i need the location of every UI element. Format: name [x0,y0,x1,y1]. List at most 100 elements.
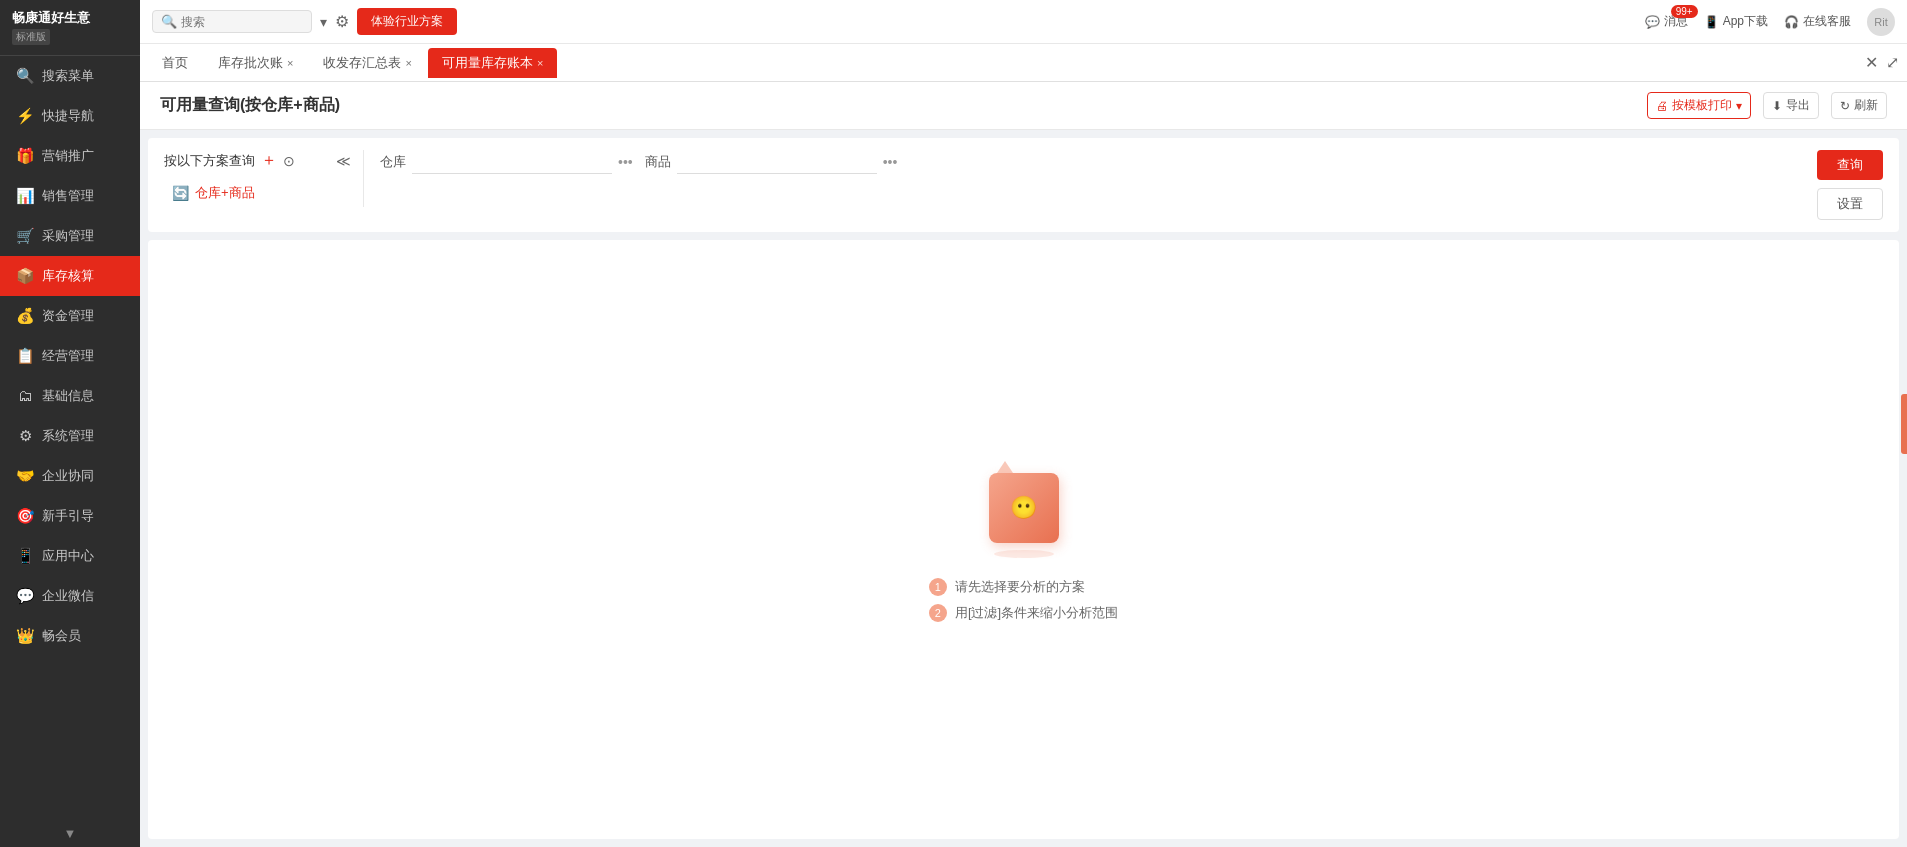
topbar-dropdown-btn[interactable]: ▾ [320,14,327,30]
empty-face-icon: 😶 [1010,495,1037,521]
topbar: 🔍 ▾ ⚙ 体验行业方案 💬 消息 99+ 📱 App下载 🎧 在线客服 Rit [140,0,1907,44]
refresh-icon: ↻ [1840,99,1850,113]
filter-schemes-label: 按以下方案查询 [164,152,255,170]
enterprise-icon: 🤝 [16,467,34,485]
inventory-icon: 📦 [16,267,34,285]
mobile-icon: 📱 [1704,15,1719,29]
filter-schemes-header: 按以下方案查询 ＋ ⊙ ≪ [164,150,351,171]
refresh-btn[interactable]: ↻ 刷新 [1831,92,1887,119]
scheme-item-warehouse-goods[interactable]: 🔄 仓库+商品 [164,179,351,207]
sidebar-logo: 畅康通好生意 [12,10,128,27]
finance-icon: 💰 [16,307,34,325]
sidebar-item-member[interactable]: 👑畅会员 [0,616,140,656]
sidebar-item-marketing[interactable]: 🎁营销推广 [0,136,140,176]
page-header: 可用量查询(按仓库+商品) 🖨 按模板打印 ▾ ⬇ 导出 ↻ 刷新 [140,82,1907,130]
filter-schemes-panel: 按以下方案查询 ＋ ⊙ ≪ 🔄 仓库+商品 [164,150,364,207]
goods-input[interactable] [677,150,877,174]
avatar: Rit [1867,8,1895,36]
filter-settings-btn[interactable]: 设置 [1817,188,1883,220]
goods-field: 商品 ••• [645,150,898,174]
scheme-sync-icon: 🔄 [172,185,189,201]
collapse-schemes-btn[interactable]: ≪ [336,153,351,169]
app-download-btn[interactable]: 📱 App下载 [1704,13,1768,30]
add-scheme-btn[interactable]: ＋ [261,150,277,171]
sidebar-item-label-inventory: 库存核算 [42,267,94,285]
sidebar-item-system[interactable]: ⚙系统管理 [0,416,140,456]
tab-batch[interactable]: 库存批次账 × [204,48,307,78]
tab-close-batch[interactable]: × [287,57,293,69]
filter-fields: 仓库 ••• 商品 ••• [364,150,1805,174]
warehouse-field: 仓库 ••• [380,150,633,174]
sidebar-item-label-wechat: 企业微信 [42,587,94,605]
message-icon: 💬 [1645,15,1660,29]
sidebar-item-label-newguide: 新手引导 [42,507,94,525]
message-btn[interactable]: 💬 消息 99+ [1645,13,1688,30]
wechat-icon: 💬 [16,587,34,605]
warehouse-label: 仓库 [380,153,406,171]
sidebar-item-label-purchase: 采购管理 [42,227,94,245]
sidebar-item-label-enterprise: 企业协同 [42,467,94,485]
filter-actions: 查询 设置 [1805,150,1883,220]
sidebar-item-inventory[interactable]: 📦 库存核算 [0,256,140,296]
tab-receipt[interactable]: 收发存汇总表× [309,48,425,78]
topbar-right: 💬 消息 99+ 📱 App下载 🎧 在线客服 Rit [1645,8,1895,36]
sidebar-item-label-operation: 经营管理 [42,347,94,365]
sidebar-scroll-down[interactable]: ▼ [0,820,140,847]
tab-label-batch: 库存批次账 [218,54,283,72]
close-window-icon[interactable]: ✕ [1865,53,1878,72]
print-btn[interactable]: 🖨 按模板打印 ▾ [1647,92,1751,119]
sidebar-item-wechat[interactable]: 💬 企业微信 [0,576,140,616]
export-icon: ⬇ [1772,99,1782,113]
appcenter-icon: 📱 [16,547,34,565]
expand-icon[interactable]: ⤢ [1886,53,1899,72]
trial-btn[interactable]: 体验行业方案 [357,8,457,35]
tab-home[interactable]: 首页 [148,48,202,78]
warehouse-more-btn[interactable]: ••• [618,154,633,170]
sidebar-item-operation[interactable]: 📋 经营管理 [0,336,140,376]
user-avatar-btn[interactable]: Rit [1867,8,1895,36]
export-btn[interactable]: ⬇ 导出 [1763,92,1819,119]
sidebar-item-label-system: 系统管理 [42,427,94,445]
operation-icon: 📋 [16,347,34,365]
search-icon: 🔍 [16,67,34,85]
topbar-gear-icon[interactable]: ⚙ [335,12,349,31]
sidebar-scroll: 🔍搜索菜单⚡快捷导航🎁营销推广 📊 销售管理 🛒采购管理 📦 库存核算 💰资金管理 📋 经营管理… [0,56,140,820]
tip-num-2: 2 [929,604,947,622]
print-dropdown-icon: ▾ [1736,99,1742,113]
tip-text-1: 请先选择要分析的方案 [955,578,1085,596]
empty-shadow [994,550,1054,558]
sidebar-item-finance[interactable]: 💰资金管理 [0,296,140,336]
query-btn[interactable]: 查询 [1817,150,1883,180]
sidebar: 畅康通好生意 标准版 🔍搜索菜单⚡快捷导航🎁营销推广📊销售管理🛒采购管理📦库存核… [0,0,140,847]
sidebar-item-search[interactable]: 🔍搜索菜单 [0,56,140,96]
sidebar-item-sales[interactable]: 📊 销售管理 [0,176,140,216]
sidebar-item-appcenter[interactable]: 📱应用中心 [0,536,140,576]
sidebar-item-purchase[interactable]: 🛒采购管理 [0,216,140,256]
content-area: 可用量查询(按仓库+商品) 🖨 按模板打印 ▾ ⬇ 导出 ↻ 刷新 [140,82,1907,847]
right-edge-indicator [1901,394,1907,454]
search-icon: 🔍 [161,14,177,29]
online-service-btn[interactable]: 🎧 在线客服 [1784,13,1851,30]
sidebar-item-shortcut[interactable]: ⚡快捷导航 [0,96,140,136]
warehouse-input[interactable] [412,150,612,174]
empty-tip-2: 2 用[过滤]条件来缩小分析范围 [929,604,1118,622]
sidebar-item-newguide[interactable]: 🎯新手引导 [0,496,140,536]
sidebar-item-enterprise[interactable]: 🤝 企业协同 [0,456,140,496]
sidebar-item-label-basic: 基础信息 [42,387,94,405]
tab-close-receipt[interactable]: × [405,57,411,69]
empty-tips: 1 请先选择要分析的方案 2 用[过滤]条件来缩小分析范围 [929,578,1118,622]
goods-more-btn[interactable]: ••• [883,154,898,170]
scheme-item-label: 仓库+商品 [195,184,255,202]
sidebar-item-label-sales: 销售管理 [42,187,94,205]
tabs-right-actions: ✕ ⤢ [1865,53,1899,72]
empty-box-graphic: 😶 [989,473,1059,543]
goods-label: 商品 [645,153,671,171]
app-download-label: App下载 [1723,13,1768,30]
search-input[interactable] [181,15,281,29]
empty-state: 😶 1 请先选择要分析的方案 2 用[过滤]条件来缩小分析范围 [148,240,1899,839]
tab-close-available[interactable]: × [537,57,543,69]
sidebar-item-basic[interactable]: 🗂基础信息 [0,376,140,416]
tab-available[interactable]: 可用量库存账本× [428,48,557,78]
sales-icon: 📊 [16,187,34,205]
scheme-settings-icon[interactable]: ⊙ [283,153,295,169]
